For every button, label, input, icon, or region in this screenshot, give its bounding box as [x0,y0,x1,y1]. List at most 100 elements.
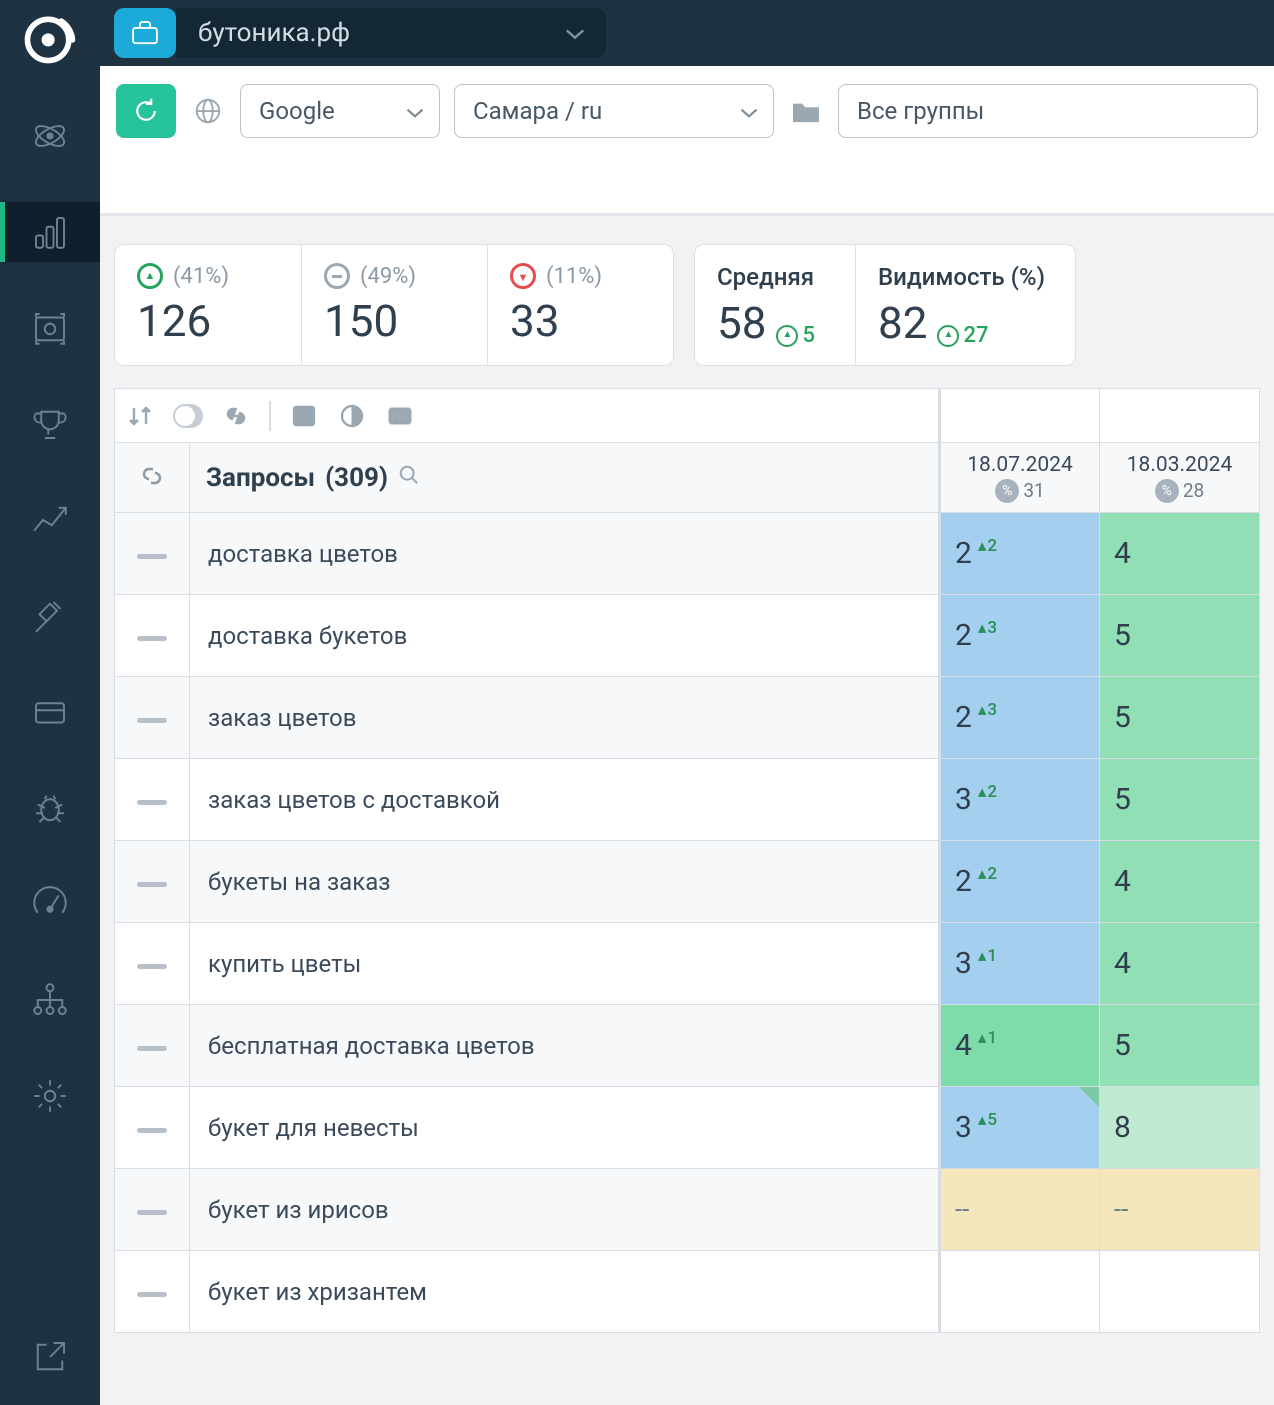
stat-visibility[interactable]: Видимость (%) 82 27 [855,245,1075,365]
filter-bar: Google Самара / ru Все группы [100,66,1274,216]
folder-icon [788,84,824,138]
row-handle[interactable] [115,513,190,595]
nav-bug-icon[interactable] [0,778,100,838]
percent-icon: % [1155,479,1179,503]
stat-vis-value: 82 [878,297,927,349]
topbar: бутоника.рф [100,0,1274,66]
stat-vis-delta: 27 [937,323,988,348]
query-cell[interactable]: заказ цветов [190,677,940,759]
nav-chart-icon[interactable] [0,202,100,262]
project-briefcase-button[interactable] [114,8,176,58]
separator [269,401,271,431]
rank-cell-date2: 5 [1100,677,1260,759]
nav-gavel-icon[interactable] [0,586,100,646]
nav-atom-icon[interactable] [0,106,100,166]
query-cell[interactable]: букет для невесты [190,1087,940,1169]
row-handle[interactable] [115,1005,190,1087]
date-column-1[interactable]: 18.07.2024 %31 [940,443,1100,513]
table-row[interactable]: заказ цветов235 [115,677,1260,759]
row-handle[interactable] [115,841,190,923]
query-cell[interactable]: букет из ирисов [190,1169,940,1251]
rank-cell-date2: 5 [1100,595,1260,677]
stat-avg-label: Средняя [717,263,833,291]
rankings-table-wrap: Aa Запросы (309) [100,388,1274,1333]
table-row[interactable]: заказ цветов с доставкой325 [115,759,1260,841]
project-name-label: бутоника.рф [198,18,350,48]
table-row[interactable]: доставка букетов235 [115,595,1260,677]
rank-cell-date1: 31 [940,923,1100,1005]
search-engine-value: Google [259,97,335,125]
table-row[interactable]: букет для невесты358 [115,1087,1260,1169]
svg-text:Aa: Aa [392,409,409,424]
group-select[interactable]: Все группы [838,84,1258,138]
refresh-button[interactable] [116,84,176,138]
table-row[interactable]: купить цветы314 [115,923,1260,1005]
row-handle[interactable] [115,759,190,841]
nav-trophy-icon[interactable] [0,394,100,454]
nav-billing-icon[interactable] [0,682,100,742]
row-handle[interactable] [115,1251,190,1333]
row-handle[interactable] [115,1087,190,1169]
region-select[interactable]: Самара / ru [454,84,774,138]
queries-column-header[interactable]: Запросы (309) [190,443,940,513]
stat-avg[interactable]: Средняя 58 5 [695,245,855,365]
rank-cell-date1 [940,1251,1100,1333]
equals-icon [324,263,350,289]
query-cell[interactable]: букет из хризантем [190,1251,940,1333]
chevron-down-icon [739,97,759,125]
search-engine-select[interactable]: Google [240,84,440,138]
rank-cell-date1: 22 [940,841,1100,923]
search-icon[interactable] [398,463,420,493]
percent-icon: % [995,479,1019,503]
query-cell[interactable]: купить цветы [190,923,940,1005]
rank-cell-date1: 23 [940,595,1100,677]
table-row[interactable]: букет из ирисов---- [115,1169,1260,1251]
date-2-label: 18.03.2024 [1104,453,1255,477]
contrast-icon[interactable] [337,401,367,431]
table-row[interactable]: букеты на заказ224 [115,841,1260,923]
nav-external-icon[interactable] [0,1327,100,1387]
nav-radar-icon[interactable] [0,874,100,934]
query-cell[interactable]: букеты на заказ [190,841,940,923]
sidebar [0,0,100,1405]
table-row[interactable]: бесплатная доставка цветов415 [115,1005,1260,1087]
stat-eq[interactable]: (49%) 150 [301,245,487,365]
stats-changes-group: (41%) 126 (49%) 150 (11%) 33 [114,244,674,366]
rank-cell-date1: 23 [940,677,1100,759]
nav-trend-icon[interactable] [0,490,100,550]
nav-gear-icon[interactable] [0,1066,100,1126]
link-column-header[interactable] [115,443,190,513]
query-cell[interactable]: заказ цветов с доставкой [190,759,940,841]
nav-sitemap-icon[interactable] [0,970,100,1030]
table-row[interactable]: букет из хризантем [115,1251,1260,1333]
stat-down: (11%) 33 [487,245,673,365]
stat-avg-value: 58 [717,297,766,349]
row-handle[interactable] [115,923,190,1005]
query-cell[interactable]: доставка цветов [190,513,940,595]
link-icon[interactable] [221,401,251,431]
sort-icon[interactable] [125,401,155,431]
project-select[interactable]: бутоника.рф [176,8,606,58]
stat-eq-pct: (49%) [360,264,416,289]
row-handle[interactable] [115,1169,190,1251]
date-2-sub: 28 [1183,481,1204,500]
stat-up[interactable]: (41%) 126 [115,245,301,365]
logo-icon [18,6,82,70]
stat-down-pct: (11%) [546,264,602,289]
date-column-2[interactable]: 18.03.2024 %28 [1100,443,1260,513]
stat-down-value: 33 [510,295,651,347]
table-row[interactable]: доставка цветов224 [115,513,1260,595]
stat-up-value: 126 [137,295,279,347]
query-cell[interactable]: доставка букетов [190,595,940,677]
arrow-up-icon [937,325,959,347]
query-cell[interactable]: бесплатная доставка цветов [190,1005,940,1087]
row-handle[interactable] [115,677,190,759]
chevron-down-icon [564,18,586,48]
row-handle[interactable] [115,595,190,677]
text-case-icon[interactable]: Aa [385,401,415,431]
rank-cell-date2: 4 [1100,513,1260,595]
toggle-switch[interactable] [173,401,203,431]
window-icon[interactable] [289,401,319,431]
arrow-up-icon [776,325,798,347]
nav-camera-icon[interactable] [0,298,100,358]
